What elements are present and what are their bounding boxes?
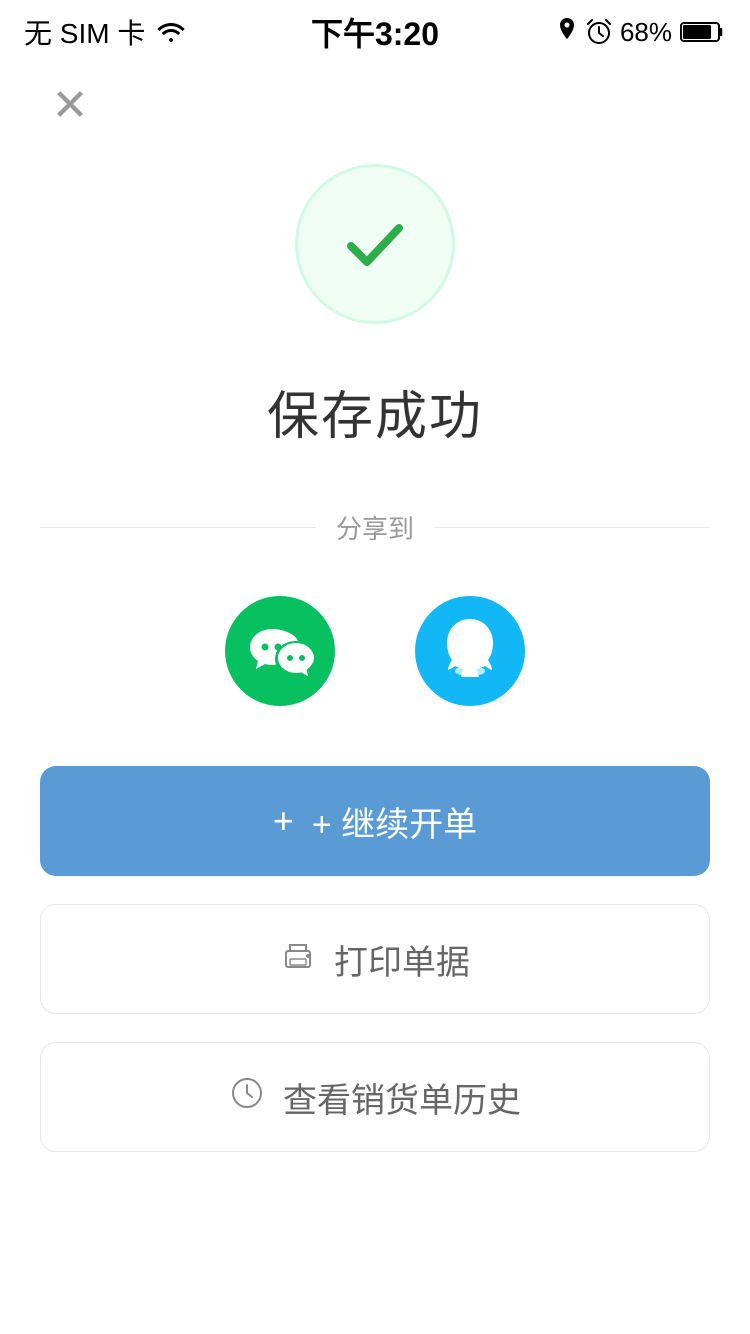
success-circle: [295, 164, 455, 324]
success-title: 保存成功: [267, 374, 483, 449]
printer-icon: [280, 937, 316, 982]
plus-icon: +: [273, 800, 294, 842]
close-button[interactable]: ✕: [44, 80, 96, 132]
qq-share-button[interactable]: [415, 596, 525, 706]
battery-percentage: 68%: [620, 17, 672, 48]
wifi-icon: [155, 20, 187, 44]
wechat-logo-icon: [246, 621, 314, 681]
history-label: 查看销货单历史: [283, 1073, 521, 1122]
clock-icon: [229, 1075, 265, 1120]
share-divider: 分享到: [40, 509, 710, 546]
battery-icon: [680, 20, 726, 44]
main-content: 保存成功 分享到: [0, 64, 750, 1152]
share-label: 分享到: [336, 509, 414, 546]
print-label: 打印单据: [334, 935, 470, 984]
divider-right: [434, 527, 710, 528]
checkmark-icon: [335, 204, 415, 284]
no-sim-label: 无 SIM 卡: [24, 12, 145, 52]
share-icons: [40, 596, 710, 706]
location-icon: [556, 18, 578, 46]
history-button[interactable]: 查看销货单历史: [40, 1042, 710, 1152]
action-buttons: + + 继续开单 打印单据 查看销货单历: [0, 766, 750, 1152]
status-bar: 无 SIM 卡 下午3:20 68%: [0, 0, 750, 64]
wechat-share-button[interactable]: [225, 596, 335, 706]
qq-logo-icon: [439, 615, 501, 687]
close-x-icon: ✕: [52, 84, 89, 128]
status-bar-time: 下午3:20: [311, 9, 439, 55]
continue-button[interactable]: + + 继续开单: [40, 766, 710, 876]
divider-left: [40, 527, 316, 528]
alarm-icon: [586, 18, 612, 46]
continue-label: + 继续开单: [312, 797, 477, 846]
print-button[interactable]: 打印单据: [40, 904, 710, 1014]
share-section: 分享到: [0, 509, 750, 706]
status-bar-right: 68%: [556, 17, 726, 48]
status-bar-left: 无 SIM 卡: [24, 12, 187, 52]
